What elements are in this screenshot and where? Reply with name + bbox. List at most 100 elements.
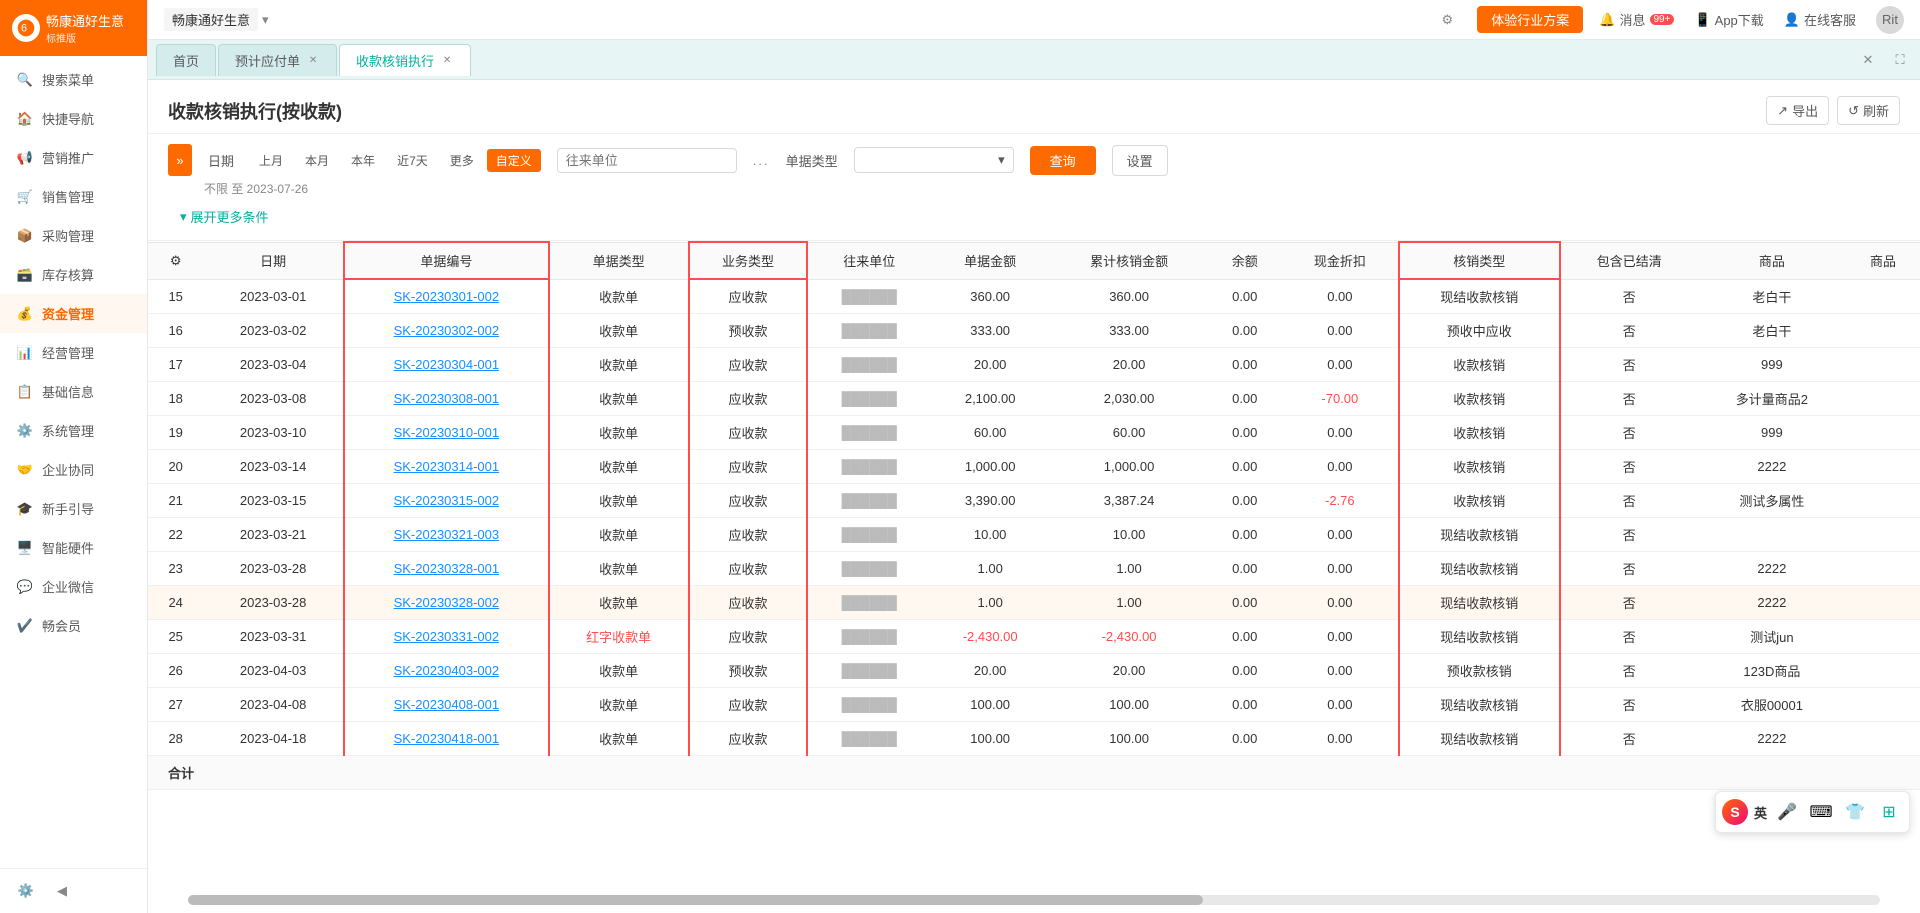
table-row: 27 2023-04-08 SK-20230408-001 收款单 应收款 ██… <box>148 688 1920 722</box>
doc-no-link[interactable]: SK-20230403-002 <box>394 663 500 678</box>
tab-collection-close-icon[interactable]: ✕ <box>440 53 454 67</box>
solution-button[interactable]: 体验行业方案 <box>1477 6 1583 33</box>
shirt-icon[interactable]: 👕 <box>1841 798 1869 826</box>
sidebar-item-purchase[interactable]: 📦 采购管理 <box>0 216 147 255</box>
s-logo-icon[interactable]: S <box>1722 799 1748 825</box>
filter-settings-button[interactable]: 设置 <box>1112 145 1168 176</box>
sidebar-item-guide[interactable]: 🎓 新手引导 <box>0 489 147 528</box>
date-btn-more[interactable]: 更多 <box>441 149 483 172</box>
col-balance[interactable]: 余额 <box>1208 242 1282 279</box>
sidebar-item-quicknav[interactable]: 🏠 快捷导航 <box>0 99 147 138</box>
receipt-type-select[interactable]: ▾ <box>854 147 1014 173</box>
doc-no-link[interactable]: SK-20230418-001 <box>394 731 500 746</box>
doc-no-link[interactable]: SK-20230321-003 <box>394 527 500 542</box>
settings-footer-icon[interactable]: ⚙️ <box>16 881 36 901</box>
date-btn-this-year[interactable]: 本年 <box>342 149 384 172</box>
grid-icon[interactable]: ⊞ <box>1875 798 1903 826</box>
content-header: 收款核销执行(按收款) ↗ 导出 ↺ 刷新 <box>148 80 1920 134</box>
table-row: 21 2023-03-15 SK-20230315-002 收款单 应收款 ██… <box>148 484 1920 518</box>
mic-icon[interactable]: 🎤 <box>1773 798 1801 826</box>
doc-no-link[interactable]: SK-20230314-001 <box>394 459 500 474</box>
col-includes-settled[interactable]: 包含已结清 <box>1560 242 1698 279</box>
date-btn-this-month[interactable]: 本月 <box>296 149 338 172</box>
doc-no-link[interactable]: SK-20230304-001 <box>394 357 500 372</box>
refresh-label: 刷新 <box>1863 101 1889 120</box>
export-button[interactable]: ↗ 导出 <box>1766 96 1829 125</box>
col-biz-type[interactable]: 业务类型 <box>689 242 808 279</box>
sidebar-item-member[interactable]: ✔️ 畅会员 <box>0 606 147 645</box>
sidebar-item-operations[interactable]: 📊 经营管理 <box>0 333 147 372</box>
table-row: 19 2023-03-10 SK-20230310-001 收款单 应收款 ██… <box>148 416 1920 450</box>
col-amount[interactable]: 单据金额 <box>930 242 1050 279</box>
tab-prepayment-close-icon[interactable]: ✕ <box>306 53 320 67</box>
col-accum[interactable]: 累计核销金额 <box>1050 242 1207 279</box>
sidebar-item-marketing[interactable]: 📢 营销推广 <box>0 138 147 177</box>
refresh-button[interactable]: ↺ 刷新 <box>1837 96 1900 125</box>
tab-prepayment[interactable]: 预计应付单 ✕ <box>218 44 337 76</box>
purchase-icon: 📦 <box>16 227 34 245</box>
sidebar-logo: 6 畅康通好生意 标推版 <box>0 0 147 56</box>
doc-no-link[interactable]: SK-20230328-002 <box>394 595 500 610</box>
workspace-selector[interactable]: 畅康通好生意 ▾ <box>164 8 1417 31</box>
expand-filters-label: 展开更多条件 <box>191 207 269 226</box>
col-product2[interactable]: 商品 <box>1846 242 1920 279</box>
col-settings[interactable]: ⚙ <box>148 242 203 279</box>
sidebar-item-hardware[interactable]: 🖥️ 智能硬件 <box>0 528 147 567</box>
sidebar: 6 畅康通好生意 标推版 🔍 搜索菜单 🏠 快捷导航 📢 营销推广 🛒 销售管理… <box>0 0 148 913</box>
date-btn-custom[interactable]: 自定义 <box>487 149 541 172</box>
table-row: 15 2023-03-01 SK-20230301-002 收款单 应收款 ██… <box>148 279 1920 314</box>
expand-filters-button[interactable]: ▾ 展开更多条件 <box>168 203 1900 230</box>
tab-home[interactable]: 首页 <box>156 44 216 76</box>
doc-no-link[interactable]: SK-20230408-001 <box>394 697 500 712</box>
doc-no-link[interactable]: SK-20230315-002 <box>394 493 500 508</box>
sidebar-item-wechat[interactable]: 💬 企业微信 <box>0 567 147 606</box>
tab-prepayment-label: 预计应付单 <box>235 51 300 70</box>
col-counterpart[interactable]: 往来单位 <box>807 242 930 279</box>
app-download-button[interactable]: 📱 App下载 <box>1694 10 1763 29</box>
tab-collection-label: 收款核销执行 <box>356 51 434 70</box>
sidebar-item-finance[interactable]: 💰 资金管理 <box>0 294 147 333</box>
doc-no-link[interactable]: SK-20230308-001 <box>394 391 500 406</box>
sidebar-item-corp[interactable]: 🤝 企业协同 <box>0 450 147 489</box>
sidebar-item-search[interactable]: 🔍 搜索菜单 <box>0 60 147 99</box>
sidebar-item-system[interactable]: ⚙️ 系统管理 <box>0 411 147 450</box>
filter-date-range: 不限 至 2023-07-26 <box>204 180 1900 197</box>
collapse-icon[interactable]: ◀ <box>52 881 72 901</box>
col-doc-no[interactable]: 单据编号 <box>344 242 549 279</box>
online-service-button[interactable]: 👤 在线客服 <box>1784 10 1856 29</box>
date-btn-last-month[interactable]: 上月 <box>250 149 292 172</box>
close-all-icon[interactable]: ✕ <box>1856 48 1880 72</box>
query-button[interactable]: 查询 <box>1030 146 1096 175</box>
doc-no-link[interactable]: SK-20230301-002 <box>394 289 500 304</box>
keyboard-icon[interactable]: ⌨ <box>1807 798 1835 826</box>
col-doc-type[interactable]: 单据类型 <box>549 242 689 279</box>
sidebar-item-basic[interactable]: 📋 基础信息 <box>0 372 147 411</box>
table-scrollbar[interactable] <box>188 895 1880 905</box>
doc-no-link[interactable]: SK-20230331-002 <box>394 629 500 644</box>
filter-toggle-button[interactable]: » <box>168 144 192 176</box>
filter-dots[interactable]: ... <box>753 153 770 168</box>
sidebar-item-sales[interactable]: 🛒 销售管理 <box>0 177 147 216</box>
col-offset-type[interactable]: 核销类型 <box>1399 242 1560 279</box>
settings-icon[interactable]: ⚙ <box>1433 6 1461 34</box>
counterpart-input[interactable] <box>557 148 737 173</box>
export-icon: ↗ <box>1777 103 1788 119</box>
date-btn-7days[interactable]: 近7天 <box>388 149 437 172</box>
doc-no-link[interactable]: SK-20230302-002 <box>394 323 500 338</box>
col-discount[interactable]: 现金折扣 <box>1282 242 1399 279</box>
col-product[interactable]: 商品 <box>1698 242 1846 279</box>
filter-receipt-type-label: 单据类型 <box>786 151 838 170</box>
message-button[interactable]: 🔔 消息 99+ <box>1599 10 1674 29</box>
user-avatar[interactable]: Rit <box>1876 6 1904 34</box>
tab-collection[interactable]: 收款核销执行 ✕ <box>339 44 471 76</box>
filter-row: » 日期 上月 本月 本年 近7天 更多 自定义 ... 单据类型 ▾ 查询 <box>168 144 1900 176</box>
sidebar-item-inventory[interactable]: 🗃️ 库存核算 <box>0 255 147 294</box>
doc-no-link[interactable]: SK-20230328-001 <box>394 561 500 576</box>
doc-no-link[interactable]: SK-20230310-001 <box>394 425 500 440</box>
sidebar-item-label: 基础信息 <box>42 382 94 401</box>
app-label: App下载 <box>1715 10 1764 29</box>
fullscreen-icon[interactable]: ⛶ <box>1888 48 1912 72</box>
hardware-icon: 🖥️ <box>16 539 34 557</box>
brand-name: 畅康通好生意 <box>46 11 124 30</box>
col-date[interactable]: 日期 <box>203 242 344 279</box>
